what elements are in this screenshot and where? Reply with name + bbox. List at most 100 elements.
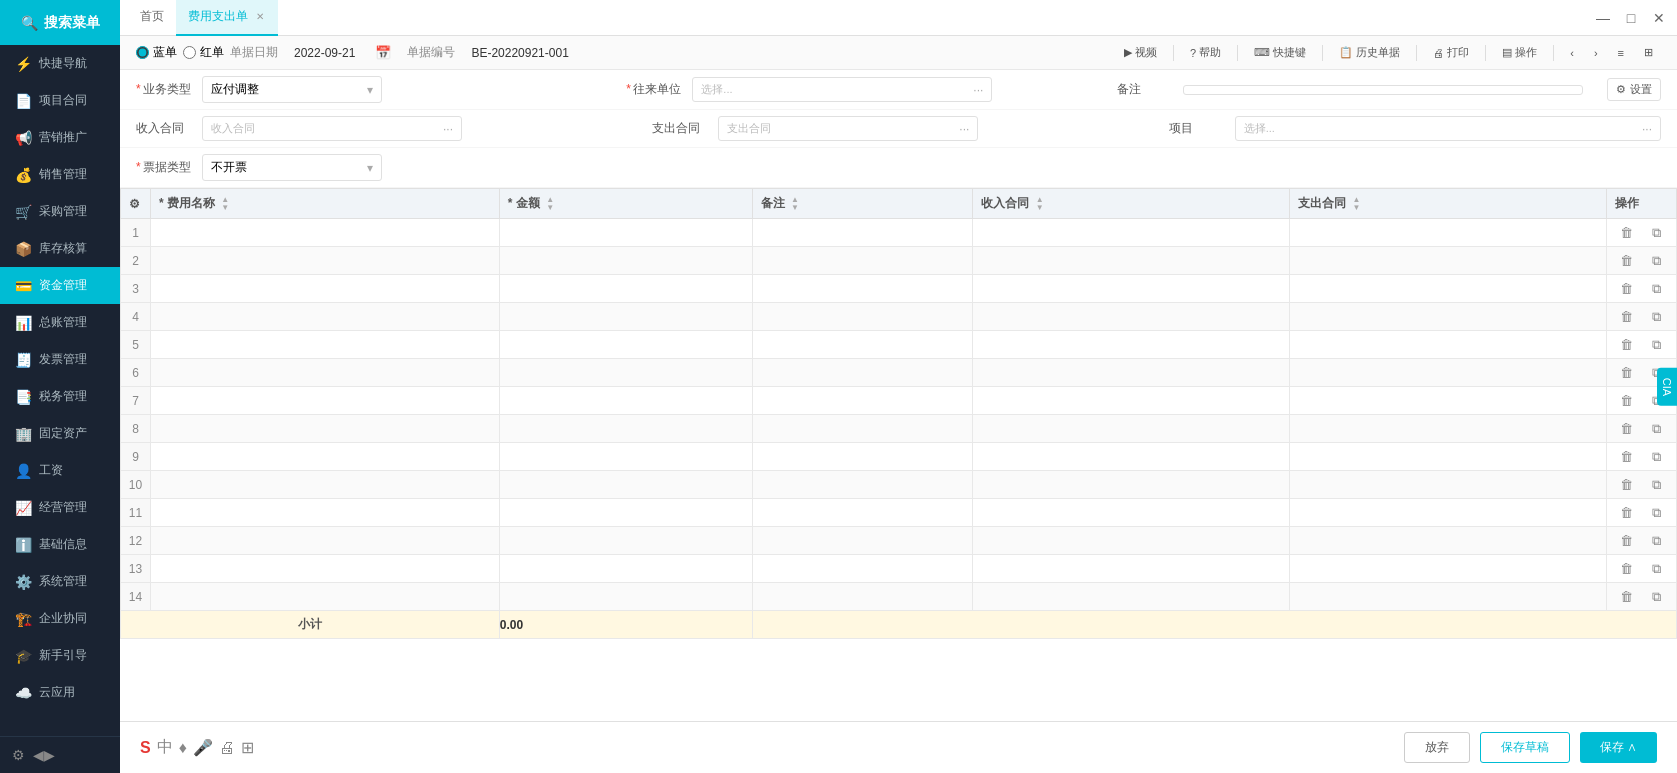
cell-amount-4[interactable] bbox=[499, 303, 752, 331]
tab-close-expense[interactable]: ✕ bbox=[254, 11, 266, 22]
cell-note-14[interactable] bbox=[752, 583, 973, 611]
copy-btn-11[interactable]: ⧉ bbox=[1645, 502, 1667, 524]
cell-note-13[interactable] bbox=[752, 555, 973, 583]
cell-amount-13[interactable] bbox=[499, 555, 752, 583]
cell-note-4[interactable] bbox=[752, 303, 973, 331]
print-btn[interactable]: 🖨 打印 bbox=[1425, 42, 1477, 63]
brand-icon-print[interactable]: 🖨 bbox=[219, 739, 235, 757]
cell-expense-contract-2[interactable] bbox=[1290, 247, 1607, 275]
cell-amount-10[interactable] bbox=[499, 471, 752, 499]
sidebar-item-cloud-apps[interactable]: ☁️云应用 bbox=[0, 674, 120, 711]
settings-bottom-icon[interactable]: ⚙ bbox=[12, 747, 25, 763]
copy-btn-14[interactable]: ⧉ bbox=[1645, 586, 1667, 608]
cell-income-contract-10[interactable] bbox=[973, 471, 1290, 499]
cell-amount-7[interactable] bbox=[499, 387, 752, 415]
cell-expense-name-1[interactable] bbox=[151, 219, 500, 247]
green-side-tab[interactable]: CIA bbox=[1657, 367, 1677, 405]
cell-expense-name-9[interactable] bbox=[151, 443, 500, 471]
brand-icon-dot[interactable]: ♦ bbox=[179, 739, 187, 757]
brand-icon-grid[interactable]: ⊞ bbox=[241, 738, 254, 757]
cell-income-contract-14[interactable] bbox=[973, 583, 1290, 611]
cell-expense-name-13[interactable] bbox=[151, 555, 500, 583]
copy-btn-2[interactable]: ⧉ bbox=[1645, 250, 1667, 272]
delete-btn-1[interactable]: 🗑 bbox=[1616, 221, 1638, 243]
cell-expense-contract-5[interactable] bbox=[1290, 331, 1607, 359]
cell-income-contract-7[interactable] bbox=[973, 387, 1290, 415]
settings-btn[interactable]: ⚙ 设置 bbox=[1607, 78, 1661, 101]
sort-icon[interactable]: ▲▼ bbox=[221, 196, 229, 212]
sidebar-item-payroll[interactable]: 👤工资 bbox=[0, 452, 120, 489]
cell-income-contract-13[interactable] bbox=[973, 555, 1290, 583]
history-btn[interactable]: 📋 历史单据 bbox=[1331, 42, 1408, 63]
cell-expense-name-4[interactable] bbox=[151, 303, 500, 331]
cell-income-contract-1[interactable] bbox=[973, 219, 1290, 247]
nav-prev-btn[interactable]: ‹ bbox=[1562, 44, 1582, 62]
delete-btn-3[interactable]: 🗑 bbox=[1616, 277, 1638, 299]
cell-note-3[interactable] bbox=[752, 275, 973, 303]
cell-note-11[interactable] bbox=[752, 499, 973, 527]
video-btn[interactable]: ▶ 视频 bbox=[1116, 42, 1165, 63]
cell-expense-contract-10[interactable] bbox=[1290, 471, 1607, 499]
cell-expense-contract-9[interactable] bbox=[1290, 443, 1607, 471]
help-btn[interactable]: ? 帮助 bbox=[1182, 42, 1229, 63]
copy-btn-4[interactable]: ⧉ bbox=[1645, 306, 1667, 328]
cell-amount-1[interactable] bbox=[499, 219, 752, 247]
cell-amount-3[interactable] bbox=[499, 275, 752, 303]
cell-expense-name-8[interactable] bbox=[151, 415, 500, 443]
copy-btn-9[interactable]: ⧉ bbox=[1645, 446, 1667, 468]
cell-expense-contract-6[interactable] bbox=[1290, 359, 1607, 387]
cell-expense-name-12[interactable] bbox=[151, 527, 500, 555]
maximize-btn[interactable]: □ bbox=[1621, 8, 1641, 28]
copy-btn-8[interactable]: ⧉ bbox=[1645, 418, 1667, 440]
cell-note-8[interactable] bbox=[752, 415, 973, 443]
sidebar-item-fixed-assets[interactable]: 🏢固定资产 bbox=[0, 415, 120, 452]
sidebar-item-enterprise[interactable]: 🏗️企业协同 bbox=[0, 600, 120, 637]
cell-note-9[interactable] bbox=[752, 443, 973, 471]
cell-income-contract-11[interactable] bbox=[973, 499, 1290, 527]
close-btn[interactable]: ✕ bbox=[1649, 8, 1669, 28]
copy-btn-13[interactable]: ⧉ bbox=[1645, 558, 1667, 580]
cell-expense-name-11[interactable] bbox=[151, 499, 500, 527]
sidebar-item-inventory[interactable]: 📦库存核算 bbox=[0, 230, 120, 267]
sidebar-header[interactable]: 🔍 搜索菜单 bbox=[0, 0, 120, 45]
cell-note-2[interactable] bbox=[752, 247, 973, 275]
cell-expense-contract-13[interactable] bbox=[1290, 555, 1607, 583]
sort-icon-expense[interactable]: ▲▼ bbox=[1353, 196, 1361, 212]
copy-btn-12[interactable]: ⧉ bbox=[1645, 530, 1667, 552]
cell-income-contract-2[interactable] bbox=[973, 247, 1290, 275]
radio-red[interactable]: 红单 bbox=[183, 44, 224, 61]
cell-expense-contract-4[interactable] bbox=[1290, 303, 1607, 331]
cell-amount-12[interactable] bbox=[499, 527, 752, 555]
income-contract-input[interactable]: 收入合同 ··· bbox=[202, 116, 462, 141]
cell-expense-name-2[interactable] bbox=[151, 247, 500, 275]
cell-expense-contract-14[interactable] bbox=[1290, 583, 1607, 611]
cell-expense-name-14[interactable] bbox=[151, 583, 500, 611]
delete-btn-9[interactable]: 🗑 bbox=[1616, 445, 1638, 467]
sidebar-item-quick-nav[interactable]: ⚡快捷导航 bbox=[0, 45, 120, 82]
biz-type-select[interactable]: 应付调整 ▾ bbox=[202, 76, 382, 103]
radio-red-input[interactable] bbox=[183, 46, 196, 59]
cell-income-contract-9[interactable] bbox=[973, 443, 1290, 471]
cell-income-contract-12[interactable] bbox=[973, 527, 1290, 555]
remark-input[interactable] bbox=[1183, 85, 1583, 95]
cell-amount-11[interactable] bbox=[499, 499, 752, 527]
cell-expense-name-3[interactable] bbox=[151, 275, 500, 303]
cell-note-10[interactable] bbox=[752, 471, 973, 499]
copy-btn-1[interactable]: ⧉ bbox=[1645, 222, 1667, 244]
view-grid-btn[interactable]: ⊞ bbox=[1636, 43, 1661, 62]
copy-btn-10[interactable]: ⧉ bbox=[1645, 474, 1667, 496]
tab-home[interactable]: 首页 bbox=[128, 0, 176, 36]
delete-btn-8[interactable]: 🗑 bbox=[1616, 417, 1638, 439]
save-button[interactable]: 保存 ∧ bbox=[1580, 732, 1657, 763]
cell-expense-contract-11[interactable] bbox=[1290, 499, 1607, 527]
cell-expense-contract-1[interactable] bbox=[1290, 219, 1607, 247]
sidebar-item-marketing[interactable]: 📢营销推广 bbox=[0, 119, 120, 156]
tab-expense[interactable]: 费用支出单✕ bbox=[176, 0, 278, 36]
cell-expense-name-6[interactable] bbox=[151, 359, 500, 387]
delete-btn-14[interactable]: 🗑 bbox=[1616, 585, 1638, 607]
expense-contract-input[interactable]: 支出合同 ··· bbox=[718, 116, 978, 141]
cell-expense-contract-3[interactable] bbox=[1290, 275, 1607, 303]
cell-expense-name-10[interactable] bbox=[151, 471, 500, 499]
cell-note-7[interactable] bbox=[752, 387, 973, 415]
sort-icon-income[interactable]: ▲▼ bbox=[1036, 196, 1044, 212]
